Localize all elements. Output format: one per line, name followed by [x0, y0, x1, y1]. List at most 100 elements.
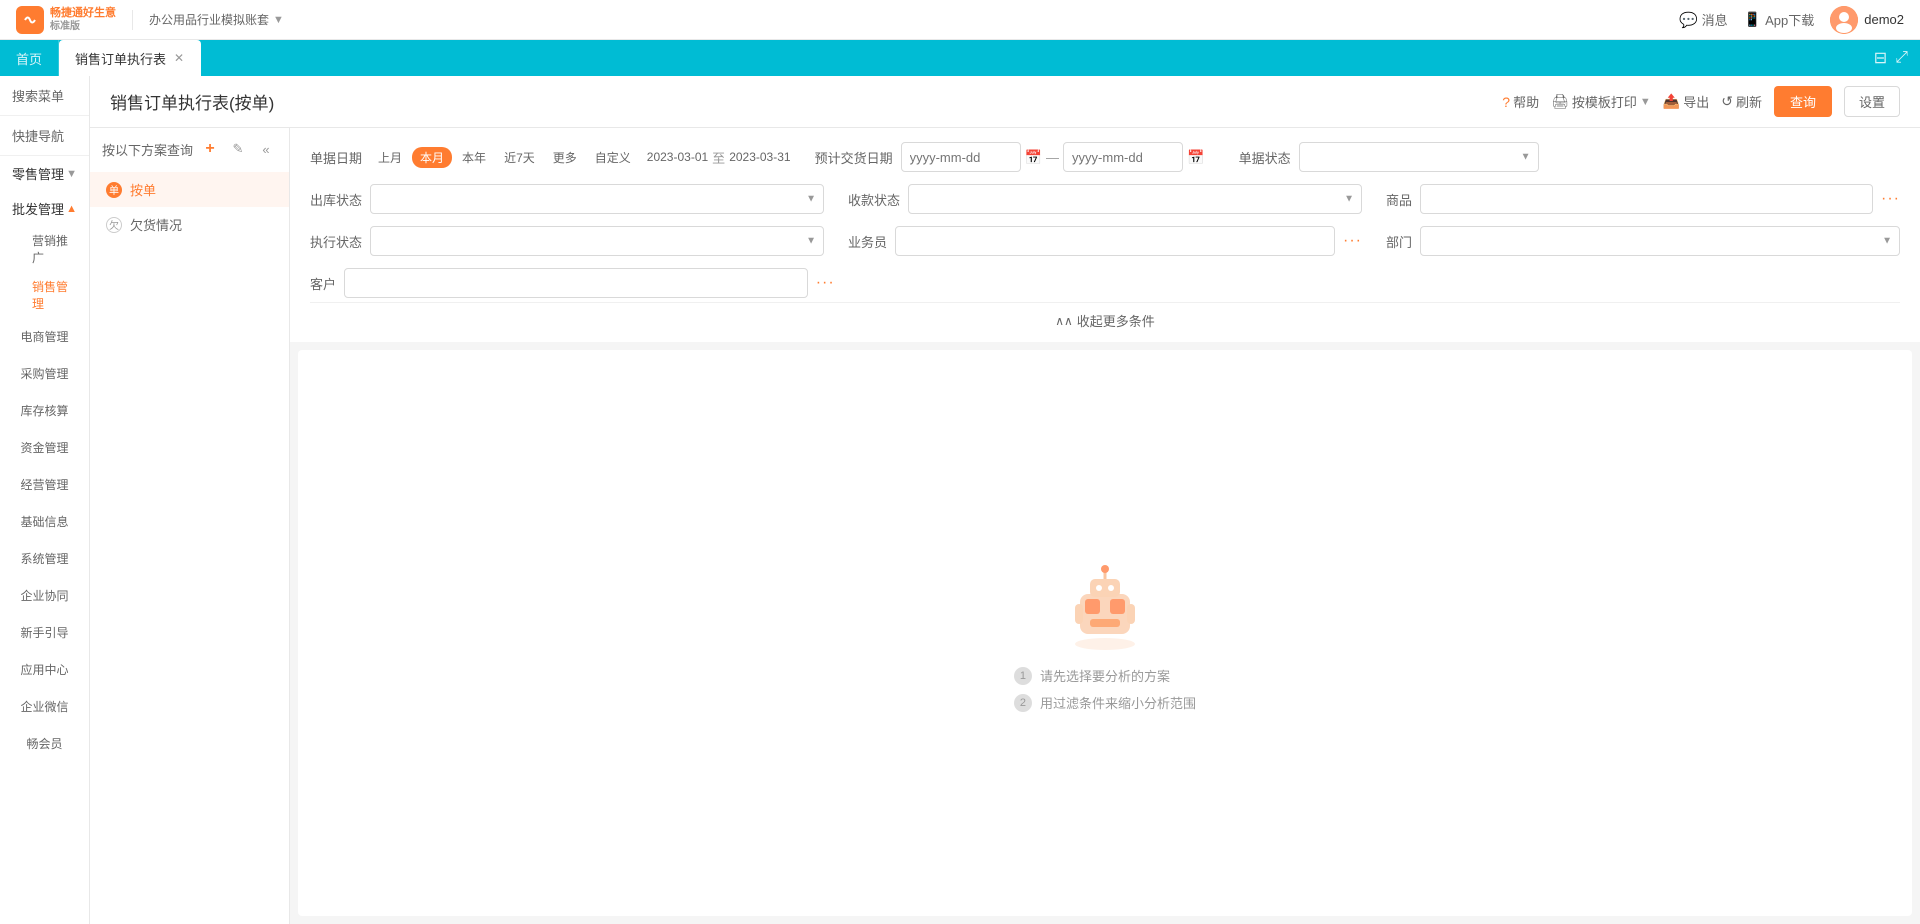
salesperson-input[interactable] — [895, 226, 1335, 256]
download-icon: 📱 — [1744, 11, 1761, 28]
sidebar-item-system[interactable]: 系统管理 — [0, 540, 89, 577]
sidebar-item-enterprise[interactable]: 企业协同 — [0, 577, 89, 614]
date-tab-last-month[interactable]: 上月 — [370, 146, 410, 169]
sidebar-item-vip[interactable]: 畅会员 — [0, 725, 89, 762]
sidebar-item-finance[interactable]: 资金管理 — [0, 429, 89, 466]
tab-bar: 首页 销售订单执行表 ✕ ⊟ ⤢ — [0, 40, 1920, 76]
estimated-date-end-input[interactable] — [1063, 142, 1183, 172]
tab-sales-order[interactable]: 销售订单执行表 ✕ — [59, 40, 201, 76]
sidebar-item-guide[interactable]: 新手引导 — [0, 614, 89, 651]
right-area: 单据日期 上月 本月 本年 近7天 更多 自定义 2023-03-01 — [290, 128, 1920, 924]
sidebar-item-sales[interactable]: 销售管理 — [0, 272, 89, 318]
sidebar-item-wholesale[interactable]: 批发管理 ▲ — [0, 191, 89, 226]
tab-expand-icon[interactable]: ⤢ — [1895, 49, 1908, 67]
date-range-start: 2023-03-01 — [647, 150, 708, 164]
date-tab-more[interactable]: 更多 — [545, 146, 585, 169]
goods-dots-icon[interactable]: ··· — [1881, 190, 1900, 208]
receipt-status-select[interactable] — [908, 184, 1362, 214]
date-tab-this-year[interactable]: 本年 — [454, 146, 494, 169]
exec-status-wrap: ▼ — [370, 226, 824, 256]
export-button[interactable]: 📤 导出 — [1663, 92, 1709, 111]
filter-row-3: 执行状态 ▼ 业务员 ··· — [310, 226, 1900, 256]
filter-row-2: 出库状态 ▼ 收款状态 — [310, 184, 1900, 214]
left-panel-title: 按以下方案查询 — [102, 140, 193, 159]
sidebar-item-basic-info[interactable]: 基础信息 — [0, 503, 89, 540]
estimated-date-start-input[interactable] — [901, 142, 1021, 172]
user-area[interactable]: demo2 — [1830, 6, 1904, 34]
settings-button[interactable]: 设置 — [1844, 86, 1900, 117]
help-label: 帮助 — [1513, 92, 1539, 111]
wechat-label: 企业微信 — [20, 698, 68, 715]
content-area: 销售订单执行表(按单) ? 帮助 🖨 按模板打印 ▼ 📤 导出 ↺ 刷新 — [90, 76, 1920, 924]
sidebar-item-inventory[interactable]: 库存核算 — [0, 392, 89, 429]
message-label: 消息 — [1702, 10, 1728, 29]
empty-step-1: 1 请先选择要分析的方案 — [1014, 666, 1196, 685]
date-range: 2023-03-01 至 2023-03-31 — [647, 148, 791, 167]
customer-input[interactable] — [344, 268, 808, 298]
cal-icon-end[interactable]: 📅 — [1187, 149, 1204, 166]
print-button[interactable]: 🖨 按模板打印 ▼ — [1551, 92, 1651, 111]
print-icon: 🖨 — [1551, 93, 1569, 110]
exec-status-field: 执行状态 ▼ — [310, 226, 824, 256]
tab-home[interactable]: 首页 — [0, 40, 59, 76]
sidebar-item-operations[interactable]: 经营管理 — [0, 466, 89, 503]
sidebar-item-ecommerce[interactable]: 电商管理 — [0, 318, 89, 355]
left-panel-controls: + ✎ « — [199, 138, 277, 160]
wholesale-label: 批发管理 — [12, 199, 64, 218]
logo-area: 畅捷通好生意 标准版 — [16, 6, 116, 34]
sidebar-quick-nav-label: 快捷导航 — [12, 129, 64, 144]
breadcrumb[interactable]: 办公用品行业模拟账套 ▼ — [149, 11, 284, 28]
date-tabs: 上月 本月 本年 近7天 更多 自定义 — [370, 146, 639, 169]
sidebar-item-purchase[interactable]: 采购管理 — [0, 355, 89, 392]
exec-status-label: 执行状态 — [310, 232, 362, 251]
date-tab-last-7[interactable]: 近7天 — [496, 146, 543, 169]
customer-dots-icon[interactable]: ··· — [816, 274, 835, 292]
help-button[interactable]: ? 帮助 — [1502, 92, 1539, 111]
tab-home-label: 首页 — [16, 49, 42, 68]
app-center-label: 应用中心 — [20, 661, 68, 678]
customer-field: 客户 ··· — [310, 268, 835, 298]
message-icon: 💬 — [1679, 11, 1698, 29]
step-label-2: 用过滤条件来缩小分析范围 — [1040, 693, 1196, 712]
retail-label: 零售管理 — [12, 164, 64, 183]
salesperson-dots-icon[interactable]: ··· — [1343, 232, 1362, 250]
sidebar-item-marketing[interactable]: 营销推广 — [0, 226, 89, 272]
divider — [132, 10, 133, 30]
top-bar-right: 💬 消息 📱 App下载 demo2 — [1679, 6, 1904, 34]
query-button[interactable]: 查询 — [1774, 86, 1832, 117]
delivery-status-select[interactable] — [370, 184, 824, 214]
print-label: 按模板打印 — [1572, 92, 1637, 111]
plan-item-by-order[interactable]: 单 按单 — [90, 172, 289, 207]
plan-item-backorder[interactable]: 欠 欠货情况 — [90, 207, 289, 242]
date-field: 单据日期 上月 本月 本年 近7天 更多 自定义 2023-03-01 — [310, 146, 791, 169]
sidebar-item-wechat[interactable]: 企业微信 — [0, 688, 89, 725]
app-download-button[interactable]: 📱 App下载 — [1744, 10, 1815, 29]
refresh-button[interactable]: ↺ 刷新 — [1721, 92, 1762, 111]
export-icon: 📤 — [1663, 93, 1680, 110]
cal-icon-start[interactable]: 📅 — [1025, 149, 1042, 166]
exec-status-select[interactable] — [370, 226, 824, 256]
sidebar-item-app-center[interactable]: 应用中心 — [0, 651, 89, 688]
goods-input[interactable] — [1420, 184, 1873, 214]
sidebar-quick-nav[interactable]: 快捷导航 — [0, 116, 89, 156]
sidebar-item-retail[interactable]: 零售管理 ▼ — [0, 156, 89, 191]
status-select[interactable] — [1299, 142, 1539, 172]
main-content: 按以下方案查询 + ✎ « 单 按单 欠 欠货情况 — [90, 128, 1920, 924]
dept-select[interactable] — [1420, 226, 1900, 256]
customer-label: 客户 — [310, 274, 336, 293]
receipt-status-field: 收款状态 ▼ — [848, 184, 1362, 214]
filter-form: 单据日期 上月 本月 本年 近7天 更多 自定义 2023-03-01 — [290, 128, 1920, 342]
tab-minimize-icon[interactable]: ⊟ — [1874, 48, 1887, 68]
add-plan-button[interactable]: + — [199, 138, 221, 160]
sidebar-search[interactable]: 搜索菜单 — [0, 76, 89, 116]
collapse-bar[interactable]: ∧∧ 收起更多条件 — [310, 302, 1900, 338]
plan-item-icon: 单 — [106, 182, 122, 198]
date-tab-custom[interactable]: 自定义 — [587, 146, 639, 169]
edit-plan-button[interactable]: ✎ — [227, 138, 249, 160]
collapse-panel-button[interactable]: « — [255, 138, 277, 160]
date-tab-this-month[interactable]: 本月 — [412, 147, 452, 168]
receipt-status-wrap: ▼ — [908, 184, 1362, 214]
print-arrow-icon: ▼ — [1640, 96, 1651, 108]
tab-close-icon[interactable]: ✕ — [174, 51, 184, 65]
message-button[interactable]: 💬 消息 — [1679, 10, 1728, 29]
